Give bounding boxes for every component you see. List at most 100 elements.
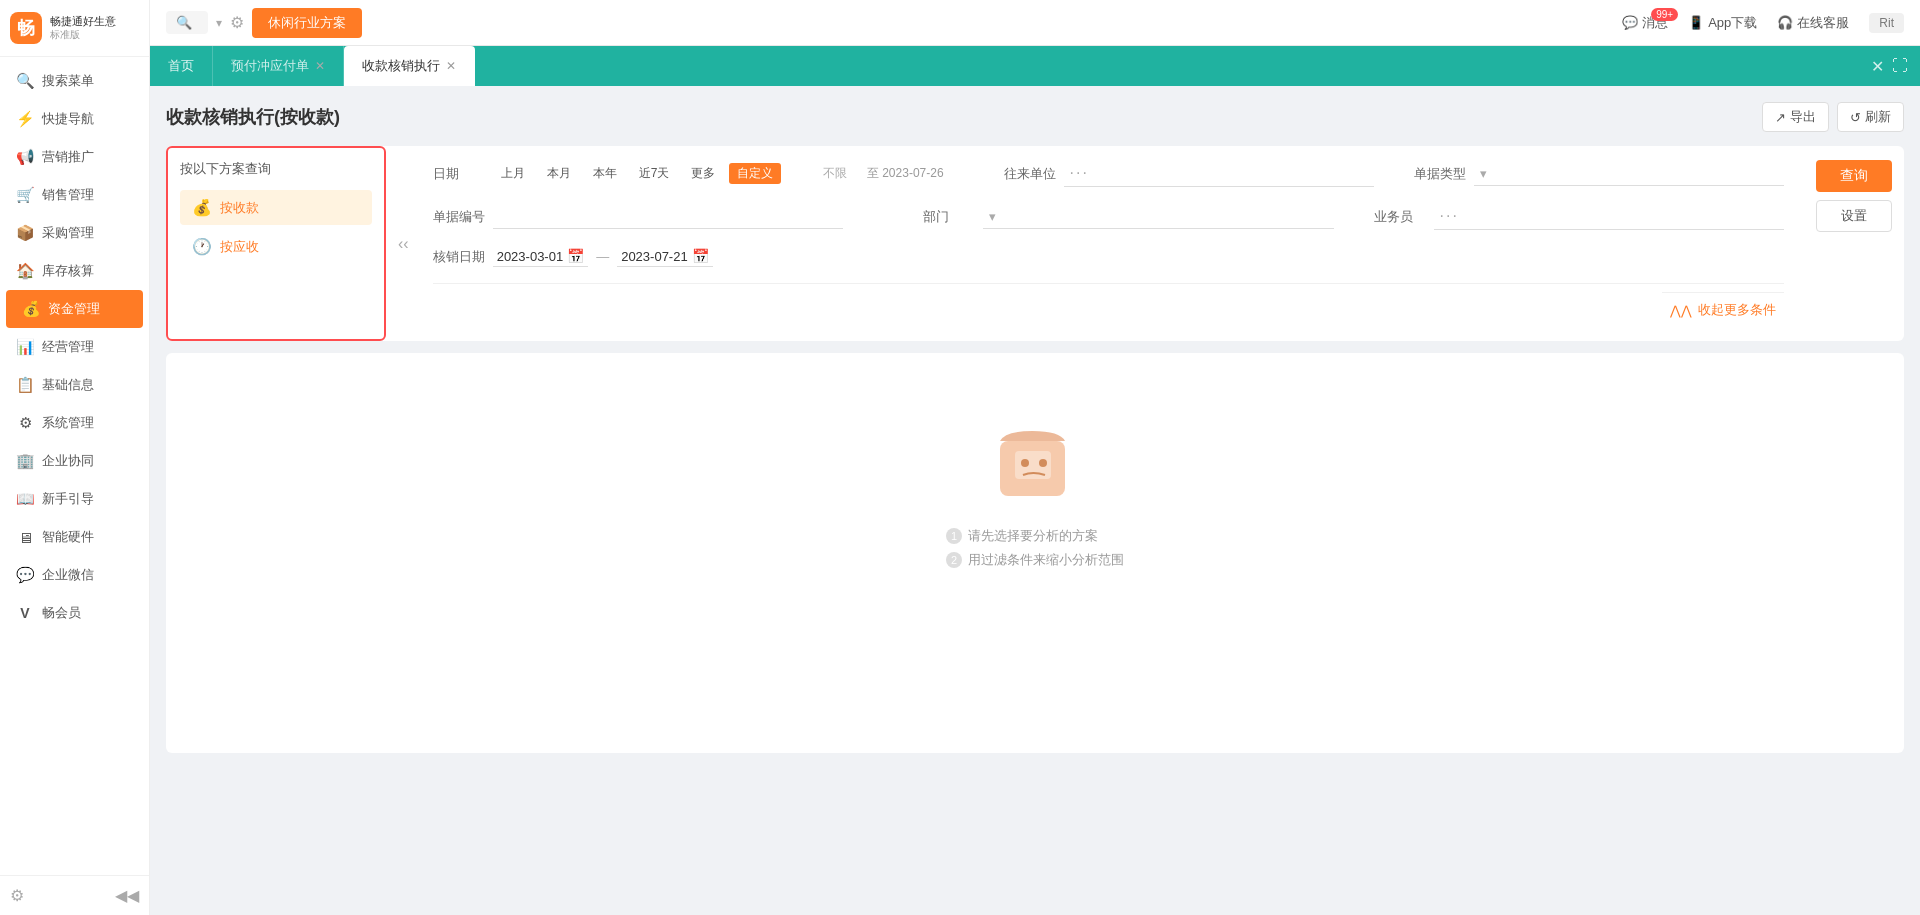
sidebar-item-enterprise-label: 企业协同 — [42, 452, 94, 470]
export-label: 导出 — [1790, 108, 1816, 126]
partner-select[interactable]: ··· — [1064, 160, 1374, 187]
sidebar-item-marketing[interactable]: 📢 营销推广 — [0, 138, 149, 176]
sidebar-item-management-label: 经营管理 — [42, 338, 94, 356]
filter-scheme-title: 按以下方案查询 — [180, 160, 372, 178]
partner-dots-icon: ··· — [1070, 164, 1089, 182]
service-label: 在线客服 — [1797, 14, 1849, 32]
sidebar-item-guide[interactable]: 📖 新手引导 — [0, 480, 149, 518]
filter-scheme-selector: 按以下方案查询 💰 按收款 🕐 按应收 — [166, 146, 386, 341]
tab-receipts-label: 收款核销执行 — [362, 57, 440, 75]
sidebar-item-inventory[interactable]: 🏠 库存核算 — [0, 252, 149, 290]
filter-group-verify-date: 核销日期 2023-03-01 📅 — 2023-07-21 📅 — [433, 246, 1784, 267]
main-content: 🔍 ▾ ⚙ 休闲行业方案 💬 消息 99+ 📱 App下载 🎧 在线客服 Ri — [150, 0, 1920, 915]
bill-no-input[interactable] — [493, 205, 843, 229]
app-badge: 标准版 — [50, 28, 116, 42]
topbar: 🔍 ▾ ⚙ 休闲行业方案 💬 消息 99+ 📱 App下载 🎧 在线客服 Ri — [150, 0, 1920, 46]
user-name: Rit — [1879, 16, 1894, 30]
empty-step1-text: 请先选择要分析的方案 — [968, 527, 1098, 545]
bill-type-select[interactable]: ▾ — [1474, 162, 1784, 186]
collapse-icon: ⋀⋀ — [1670, 303, 1692, 318]
online-service-btn[interactable]: 🎧 在线客服 — [1777, 14, 1849, 32]
shortcut-icon: ⚡ — [16, 110, 34, 128]
filter-panel: 按以下方案查询 💰 按收款 🕐 按应收 ‹‹ 日期 — [166, 146, 1904, 341]
gear-icon[interactable]: ⚙ — [230, 13, 244, 32]
filter-group-dept: 部门 ▾ — [923, 205, 1333, 229]
filter-option-receivable-label: 按应收 — [220, 238, 259, 256]
refresh-button[interactable]: ↺ 刷新 — [1837, 102, 1904, 132]
filter-fields: 日期 上月 本月 本年 近7天 更多 自定义 不限 至 2023-07-26 — [413, 146, 1804, 341]
sidebar-item-sales[interactable]: 🛒 销售管理 — [0, 176, 149, 214]
step1-num: 1 — [946, 528, 962, 544]
more-date-btn[interactable]: 更多 — [683, 162, 723, 185]
tab-prepay-close-icon[interactable]: ✕ — [315, 59, 325, 73]
app-download-label: App下载 — [1708, 14, 1757, 32]
query-button[interactable]: 查询 — [1816, 160, 1892, 192]
filter-group-bill-type: 单据类型 ▾ — [1414, 162, 1784, 186]
calendar-start-icon: 📅 — [567, 248, 584, 264]
last-month-btn[interactable]: 上月 — [493, 162, 533, 185]
sidebar-item-system[interactable]: ⚙ 系统管理 — [0, 404, 149, 442]
search-bar[interactable]: 🔍 — [166, 11, 208, 34]
user-info[interactable]: Rit — [1869, 13, 1904, 33]
message-btn[interactable]: 💬 消息 99+ — [1622, 14, 1668, 32]
last-7-days-btn[interactable]: 近7天 — [631, 162, 678, 185]
topbar-left: 🔍 ▾ ⚙ 休闲行业方案 — [166, 8, 362, 38]
tab-receipts-close-icon[interactable]: ✕ — [446, 59, 456, 73]
content-area: 1 请先选择要分析的方案 2 用过滤条件来缩小分析范围 — [166, 353, 1904, 753]
verify-date-start-value: 2023-03-01 — [497, 249, 564, 264]
staff-select[interactable]: ··· — [1434, 203, 1784, 230]
more-conditions-btn[interactable]: ⋀⋀ 收起更多条件 — [1662, 292, 1784, 327]
page-content: 收款核销执行(按收款) ↗ 导出 ↺ 刷新 按以下方案查询 💰 按收款 — [150, 86, 1920, 915]
sidebar-item-wechat[interactable]: 💬 企业微信 — [0, 556, 149, 594]
date-label: 日期 — [433, 165, 485, 183]
sidebar-item-enterprise[interactable]: 🏢 企业协同 — [0, 442, 149, 480]
dept-select[interactable]: ▾ — [983, 205, 1333, 229]
sidebar-logo: 畅 畅捷通好生意 标准版 — [0, 0, 149, 57]
custom-date-btn[interactable]: 自定义 — [729, 163, 781, 184]
verify-date-end-wrap[interactable]: 2023-07-21 📅 — [617, 246, 713, 267]
this-year-btn[interactable]: 本年 — [585, 162, 625, 185]
industry-btn[interactable]: 休闲行业方案 — [252, 8, 362, 38]
setting-button[interactable]: 设置 — [1816, 200, 1892, 232]
sidebar-item-shortcut[interactable]: ⚡ 快捷导航 — [0, 100, 149, 138]
svg-point-3 — [1039, 459, 1047, 467]
tab-prepay[interactable]: 预付冲应付单 ✕ — [213, 46, 344, 86]
tabbar-actions: ✕ ⛶ — [1859, 46, 1920, 86]
app-download-btn[interactable]: 📱 App下载 — [1688, 14, 1757, 32]
sidebar-item-vip[interactable]: V 畅会员 — [0, 594, 149, 632]
maximize-icon[interactable]: ⛶ — [1892, 57, 1908, 75]
collapse-sidebar-icon[interactable]: ◀◀ — [115, 886, 139, 905]
empty-step2-text: 用过滤条件来缩小分析范围 — [968, 551, 1124, 569]
sidebar-item-purchase[interactable]: 📦 采购管理 — [0, 214, 149, 252]
sidebar-item-purchase-label: 采购管理 — [42, 224, 94, 242]
sidebar-item-wechat-label: 企业微信 — [42, 566, 94, 584]
filter-option-by-receivable[interactable]: 🕐 按应收 — [180, 229, 372, 264]
export-button[interactable]: ↗ 导出 — [1762, 102, 1829, 132]
calendar-end-icon: 📅 — [692, 248, 709, 264]
page-header: 收款核销执行(按收款) ↗ 导出 ↺ 刷新 — [166, 102, 1904, 132]
verify-date-label: 核销日期 — [433, 248, 485, 266]
bill-no-label: 单据编号 — [433, 208, 485, 226]
sidebar-item-finance[interactable]: 💰 资金管理 — [6, 290, 143, 328]
filter-row-1: 日期 上月 本月 本年 近7天 更多 自定义 不限 至 2023-07-26 — [433, 160, 1784, 187]
verify-date-start-wrap[interactable]: 2023-03-01 📅 — [493, 246, 589, 267]
wechat-icon: 💬 — [16, 566, 34, 584]
sidebar-item-search[interactable]: 🔍 搜索菜单 — [0, 62, 149, 100]
settings-icon[interactable]: ⚙ — [10, 886, 24, 905]
tab-receipts[interactable]: 收款核销执行 ✕ — [344, 46, 475, 86]
app-icon: 📱 — [1688, 15, 1704, 30]
chevron-down-icon[interactable]: ▾ — [216, 16, 222, 30]
filter-option-receipt-label: 按收款 — [220, 199, 259, 217]
tab-prepay-label: 预付冲应付单 — [231, 57, 309, 75]
collapse-filter-btn[interactable]: ‹‹ — [394, 146, 413, 341]
inventory-icon: 🏠 — [16, 262, 34, 280]
sidebar-item-management[interactable]: 📊 经营管理 — [0, 328, 149, 366]
close-all-icon[interactable]: ✕ — [1871, 57, 1884, 76]
sidebar-item-basic-info[interactable]: 📋 基础信息 — [0, 366, 149, 404]
tab-home[interactable]: 首页 — [150, 46, 213, 86]
filter-option-by-receipt[interactable]: 💰 按收款 — [180, 190, 372, 225]
sidebar: 畅 畅捷通好生意 标准版 🔍 搜索菜单 ⚡ 快捷导航 📢 营销推广 🛒 销售管理… — [0, 0, 150, 915]
this-month-btn[interactable]: 本月 — [539, 162, 579, 185]
sidebar-item-hardware[interactable]: 🖥 智能硬件 — [0, 518, 149, 556]
app-logo-icon: 畅 — [10, 12, 42, 44]
